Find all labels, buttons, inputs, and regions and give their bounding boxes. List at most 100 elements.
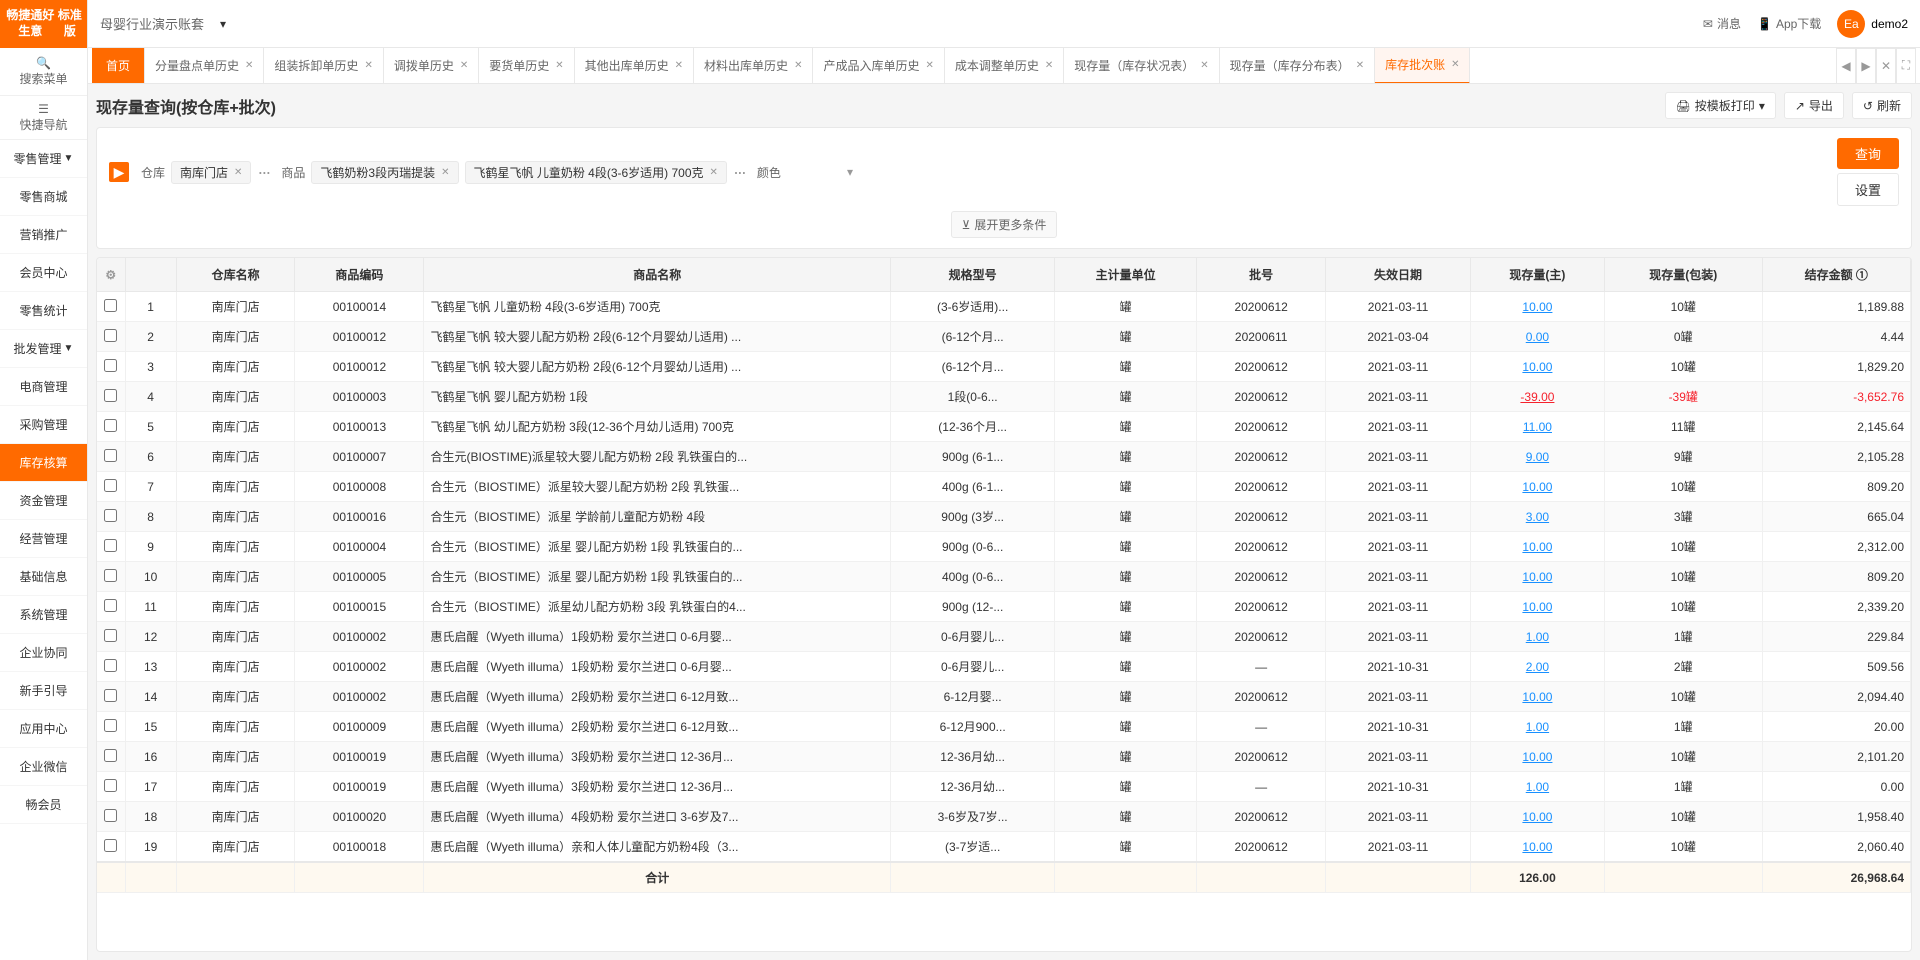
sidebar-item-purchase[interactable]: 采购管理 xyxy=(0,406,87,444)
sidebar-item-wholesale[interactable]: 批发管理 ▼ xyxy=(0,330,87,368)
td-checkbox[interactable] xyxy=(97,502,125,532)
filter-expand-toggle[interactable]: ⊻ 展开更多条件 xyxy=(951,211,1058,238)
td-qty-main[interactable]: 10.00 xyxy=(1470,352,1604,382)
qty-main-link[interactable]: 2.00 xyxy=(1526,660,1549,674)
td-qty-main[interactable]: 10.00 xyxy=(1470,292,1604,322)
td-checkbox[interactable] xyxy=(97,292,125,322)
td-qty-main[interactable]: 1.00 xyxy=(1470,712,1604,742)
filter-warehouse-tag[interactable]: 南库门店 ✕ xyxy=(171,161,251,184)
td-qty-main[interactable]: 11.00 xyxy=(1470,412,1604,442)
td-checkbox[interactable] xyxy=(97,802,125,832)
tab-require-history[interactable]: 要货单历史 ✕ xyxy=(479,48,574,84)
sidebar-item-operation[interactable]: 经营管理 xyxy=(0,520,87,558)
tab-close-icon[interactable]: ✕ xyxy=(555,60,563,71)
filter-product-tag-2[interactable]: 飞鹤星飞帆 儿童奶粉 4段(3-6岁适用) 700克 ✕ xyxy=(465,161,727,184)
tab-split-history[interactable]: 分量盘点单历史 ✕ xyxy=(145,48,264,84)
sidebar-item-finance[interactable]: 资金管理 xyxy=(0,482,87,520)
qty-main-link[interactable]: 10.00 xyxy=(1522,600,1552,614)
gear-icon[interactable]: ⚙ xyxy=(105,268,116,282)
td-qty-main[interactable]: 1.00 xyxy=(1470,772,1604,802)
td-qty-main[interactable]: 10.00 xyxy=(1470,592,1604,622)
tab-close-icon[interactable]: ✕ xyxy=(925,60,933,71)
sidebar-item-basic[interactable]: 基础信息 xyxy=(0,558,87,596)
th-settings[interactable]: ⚙ xyxy=(97,258,125,292)
sidebar-item-guide[interactable]: 新手引导 xyxy=(0,672,87,710)
qty-main-link[interactable]: 10.00 xyxy=(1522,810,1552,824)
sidebar-item-member-card[interactable]: 畅会员 xyxy=(0,786,87,824)
qty-main-link[interactable]: 10.00 xyxy=(1522,480,1552,494)
qty-main-link[interactable]: 10.00 xyxy=(1522,750,1552,764)
tab-close-icon[interactable]: ✕ xyxy=(364,60,372,71)
sidebar-item-enterprise-wechat[interactable]: 企业微信 xyxy=(0,748,87,786)
td-checkbox[interactable] xyxy=(97,562,125,592)
sidebar-item-ecommerce[interactable]: 电商管理 xyxy=(0,368,87,406)
td-checkbox[interactable] xyxy=(97,412,125,442)
topbar-user[interactable]: Ea demo2 xyxy=(1837,10,1908,38)
sidebar-item-marketing[interactable]: 营销推广 xyxy=(0,216,87,254)
sidebar-item-retail-stat[interactable]: 零售统计 xyxy=(0,292,87,330)
btn-query[interactable]: 查询 xyxy=(1837,138,1899,169)
qty-main-link[interactable]: 10.00 xyxy=(1522,540,1552,554)
qty-main-link[interactable]: 10.00 xyxy=(1522,360,1552,374)
qty-main-link[interactable]: 1.00 xyxy=(1526,780,1549,794)
tab-close-icon[interactable]: ✕ xyxy=(1356,60,1364,71)
tab-close-icon[interactable]: ✕ xyxy=(245,60,253,71)
tab-home[interactable]: 首页 xyxy=(92,48,145,84)
btn-refresh[interactable]: ↺ 刷新 xyxy=(1852,92,1912,119)
tab-arrow-right[interactable]: ▶ xyxy=(1856,48,1876,84)
filter-more-icon[interactable]: ··· xyxy=(257,162,269,183)
td-qty-main[interactable]: 10.00 xyxy=(1470,532,1604,562)
td-qty-main[interactable]: 1.00 xyxy=(1470,622,1604,652)
td-checkbox[interactable] xyxy=(97,352,125,382)
filter-product-tag2-close-icon[interactable]: ✕ xyxy=(710,167,718,178)
tab-close-icon[interactable]: ✕ xyxy=(1200,60,1208,71)
sidebar-item-enterprise[interactable]: 企业协同 xyxy=(0,634,87,672)
sidebar-item-retail[interactable]: 零售管理 ▼ xyxy=(0,140,87,178)
qty-main-link[interactable]: 10.00 xyxy=(1522,840,1552,854)
td-checkbox[interactable] xyxy=(97,832,125,863)
td-checkbox[interactable] xyxy=(97,622,125,652)
td-checkbox[interactable] xyxy=(97,652,125,682)
qty-main-link[interactable]: 0.00 xyxy=(1526,330,1549,344)
td-checkbox[interactable] xyxy=(97,592,125,622)
tab-inventory-status[interactable]: 现存量（库存状况表） ✕ xyxy=(1064,48,1219,84)
tab-warehouse-batch[interactable]: 库存批次账 ✕ xyxy=(1375,48,1470,84)
sidebar-item-system[interactable]: 系统管理 xyxy=(0,596,87,634)
td-qty-main[interactable]: 10.00 xyxy=(1470,562,1604,592)
sidebar-item-member[interactable]: 会员中心 xyxy=(0,254,87,292)
td-checkbox[interactable] xyxy=(97,532,125,562)
tab-other-out-history[interactable]: 其他出库单历史 ✕ xyxy=(575,48,694,84)
sidebar-search[interactable]: 🔍 搜索菜单 xyxy=(0,48,87,96)
qty-main-link[interactable]: 1.00 xyxy=(1526,630,1549,644)
tab-inventory-dist[interactable]: 现存量（库存分布表） ✕ xyxy=(1220,48,1375,84)
td-qty-main[interactable]: 9.00 xyxy=(1470,442,1604,472)
tab-close-icon[interactable]: ✕ xyxy=(675,60,683,71)
td-qty-main[interactable]: -39.00 xyxy=(1470,382,1604,412)
td-checkbox[interactable] xyxy=(97,772,125,802)
topbar-dropdown[interactable]: ▾ xyxy=(220,17,226,31)
sidebar-item-inventory[interactable]: 库存核算 xyxy=(0,444,87,482)
td-checkbox[interactable] xyxy=(97,382,125,412)
filter-product-tag-1[interactable]: 飞鹤奶粉3段丙瑞提装 ✕ xyxy=(311,161,458,184)
tab-mix-history[interactable]: 调拨单历史 ✕ xyxy=(384,48,479,84)
tab-close-icon[interactable]: ✕ xyxy=(1451,59,1459,70)
tab-cost-adjust-history[interactable]: 成本调整单历史 ✕ xyxy=(945,48,1064,84)
td-qty-main[interactable]: 10.00 xyxy=(1470,802,1604,832)
tab-close-icon[interactable]: ✕ xyxy=(794,60,802,71)
td-qty-main[interactable]: 10.00 xyxy=(1470,832,1604,863)
qty-main-link[interactable]: 1.00 xyxy=(1526,720,1549,734)
tab-close-icon[interactable]: ✕ xyxy=(1045,60,1053,71)
tab-close-icon[interactable]: ✕ xyxy=(460,60,468,71)
qty-main-link[interactable]: -39.00 xyxy=(1520,390,1554,404)
sidebar-nav[interactable]: ☰ 快捷导航 xyxy=(0,96,87,140)
td-checkbox[interactable] xyxy=(97,712,125,742)
btn-print[interactable]: 🖨 按模板打印 ▾ xyxy=(1665,92,1776,119)
td-checkbox[interactable] xyxy=(97,442,125,472)
td-checkbox[interactable] xyxy=(97,322,125,352)
tab-product-in-history[interactable]: 产成品入库单历史 ✕ xyxy=(813,48,944,84)
tab-close-all[interactable]: ✕ xyxy=(1876,48,1896,84)
td-checkbox[interactable] xyxy=(97,742,125,772)
td-checkbox[interactable] xyxy=(97,472,125,502)
btn-setting[interactable]: 设置 xyxy=(1837,173,1899,206)
qty-main-link[interactable]: 10.00 xyxy=(1522,690,1552,704)
